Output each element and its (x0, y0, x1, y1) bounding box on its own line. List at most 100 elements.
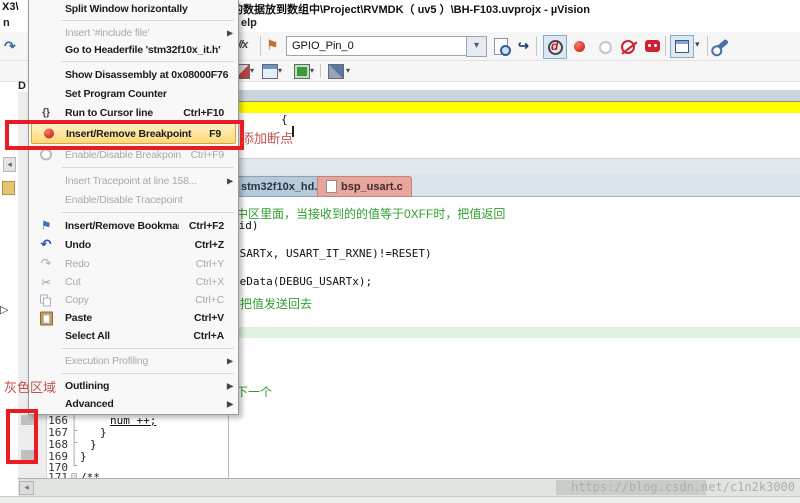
submenu-arrow-icon: ▶ (227, 176, 233, 185)
menu-item-outlining[interactable]: Outlining ▶ (29, 377, 238, 395)
analysis-dropdown-caret[interactable]: ▾ (250, 66, 254, 75)
comment-lines-icon[interactable]: //x (238, 39, 248, 51)
windows-dropdown-caret[interactable]: ▾ (695, 39, 700, 50)
menu-item-insert-tracepoint[interactable]: Insert Tracepoint at line 158... ▶ (29, 171, 238, 190)
menubar-left-fragment[interactable]: n (3, 17, 10, 29)
bookmark-flag-icon: ⚑ (40, 218, 52, 233)
no-icon (37, 67, 55, 82)
window-icon (675, 40, 689, 53)
scroll-left-button[interactable]: ◂ (3, 157, 16, 172)
run-to-cursor-icon: {} (42, 107, 50, 118)
status-band (0, 496, 800, 503)
annotation-box-gutter-area (6, 409, 38, 464)
undo-toolbar-icon[interactable]: ↷ (4, 38, 16, 55)
menu-separator (61, 167, 234, 168)
insert-breakpoint-icon[interactable] (574, 41, 585, 52)
horizontal-scrollbar[interactable]: ◂ https://blog.csdn.net/c1n2k3000 (18, 478, 800, 496)
menu-item-show-disassembly[interactable]: Show Disassembly at 0x08000F76 (29, 65, 238, 84)
no-icon (37, 42, 55, 57)
menu-item-execution-profiling[interactable]: Execution Profiling ▶ (29, 352, 238, 370)
code-if-fragment: USARTx, USART_IT_RXNE)!=RESET) (233, 247, 432, 260)
menu-separator (61, 373, 234, 374)
annotation-box-breakpoint-menu-item (5, 120, 244, 150)
submenu-arrow-icon: ▶ (227, 399, 233, 409)
toolbar-separator (320, 64, 321, 78)
toolbar-separator (260, 36, 261, 56)
tab-label: bsp_usart.c (341, 180, 403, 193)
tab-label: stm32f10x_hd.s (241, 180, 324, 193)
context-menu: Split Window horizontally Insert '#inclu… (28, 0, 239, 415)
memory-dropdown-caret[interactable]: ▾ (310, 66, 314, 75)
no-icon (37, 173, 55, 188)
comment-buffer-line: 中区里面，当接收到的的值等于0XFF时，把值返回 (236, 207, 506, 221)
code-brace: { (281, 113, 288, 126)
menu-separator (61, 20, 234, 21)
fold-mark: ├ (70, 426, 78, 437)
tab-bsp-usart[interactable]: bsp_usart.c (317, 176, 412, 197)
menu-item-paste[interactable]: Paste Ctrl+V (29, 309, 238, 327)
code-line: 168 ├ } (44, 438, 798, 451)
no-icon (37, 86, 55, 101)
submenu-arrow-icon: ▶ (227, 381, 233, 391)
code-receive-fragment: veData(DEBUG_USARTx); (233, 275, 373, 288)
debug-session-button[interactable]: d (543, 35, 567, 59)
fold-mark: ├ (70, 438, 78, 449)
menu-item-cut[interactable]: ✂ Cut Ctrl+X (29, 273, 238, 291)
annotation-gray-area: 灰色区域 (4, 380, 57, 395)
menu-item-enable-disable-tracepoint[interactable]: Enable/Disable Tracepoint (29, 190, 238, 209)
menu-item-split-window-horizontally[interactable]: Split Window horizontally (29, 0, 238, 17)
menu-item-redo[interactable]: ↷ Redo Ctrl+Y (29, 254, 238, 273)
bookmark-flag-icon[interactable]: ⚑ (266, 37, 279, 54)
scrollbar-left-arrow[interactable]: ◂ (19, 481, 34, 495)
window-title: 的数据放到数组中\Project\RVMDK（ uv5 ）\BH-F103.uv… (232, 4, 590, 16)
menu-item-insert-include-file[interactable]: Insert '#include file' ▶ (29, 24, 238, 41)
enable-breakpoint-icon[interactable] (599, 41, 612, 54)
undo-icon: ↶ (40, 236, 52, 252)
line-number[interactable]: 168 (44, 438, 68, 451)
line-number[interactable]: 166 (44, 414, 68, 427)
no-icon (37, 25, 55, 40)
watch-dropdown-caret[interactable]: ▾ (278, 66, 282, 75)
watch-window-icon[interactable] (262, 64, 278, 79)
configure-wrench-icon[interactable] (714, 38, 729, 53)
code-line: 167 ├ } (44, 426, 798, 439)
disable-all-breakpoints-icon[interactable] (621, 40, 635, 54)
toolbox-dropdown-caret[interactable]: ▾ (346, 66, 350, 75)
no-icon (37, 1, 55, 16)
symbol-combobox-value: GPIO_Pin_0 (292, 40, 354, 52)
debug-windows-button[interactable] (670, 35, 694, 58)
code-text: num ++; (110, 414, 157, 427)
menu-item-advanced[interactable]: Advanced ▶ (29, 395, 238, 413)
menu-item-insert-remove-bookmark[interactable]: ⚑ Insert/Remove Bookmark Ctrl+F2 (29, 216, 238, 235)
current-line-pointer-icon: ▷ (0, 304, 9, 316)
menu-item-go-to-headerfile[interactable]: Go to Headerfile 'stm32f10x_it.h' (29, 41, 238, 58)
line-number[interactable]: 167 (44, 426, 68, 439)
comment-send-back: 把值发送回去 (240, 297, 313, 311)
current-execution-line (228, 102, 800, 113)
menu-item-undo[interactable]: ↶ Undo Ctrl+Z (29, 235, 238, 254)
toolbar-separator (707, 36, 708, 56)
fold-mark: │ (70, 414, 78, 425)
kill-all-breakpoints-icon[interactable] (645, 40, 660, 52)
toolbox-icon[interactable] (328, 64, 344, 79)
menu-item-select-all[interactable]: Select All Ctrl+A (29, 327, 238, 345)
menu-item-set-program-counter[interactable]: Set Program Counter (29, 84, 238, 103)
document-tabbar: stm32f10x_hd.s bsp_usart.c (228, 174, 800, 197)
find-in-files-icon[interactable] (494, 38, 511, 56)
no-icon (37, 329, 55, 344)
uvision-window: X3\ 的数据放到数组中\Project\RVMDK（ uv5 ）\BH-F10… (0, 0, 800, 503)
debug-d-glyph: d (551, 39, 559, 53)
goto-arrow-icon[interactable]: ↪ (518, 38, 529, 54)
annotation-add-breakpoint: 添加断点 (241, 131, 294, 146)
code-text: } (100, 426, 107, 439)
cut-scissors-icon: ✂ (41, 275, 51, 289)
highlighted-code-row (228, 327, 800, 338)
memory-window-icon[interactable] (294, 64, 310, 79)
combobox-dropdown-button[interactable]: ▾ (466, 36, 487, 57)
menu-item-copy[interactable]: Copy Ctrl+C (29, 291, 238, 309)
menu-separator (61, 212, 234, 213)
submenu-arrow-icon: ▶ (227, 356, 233, 366)
symbol-combobox[interactable]: GPIO_Pin_0 (286, 36, 471, 56)
menubar-help-fragment[interactable]: elp (241, 17, 257, 29)
paste-clipboard-icon (37, 311, 55, 326)
